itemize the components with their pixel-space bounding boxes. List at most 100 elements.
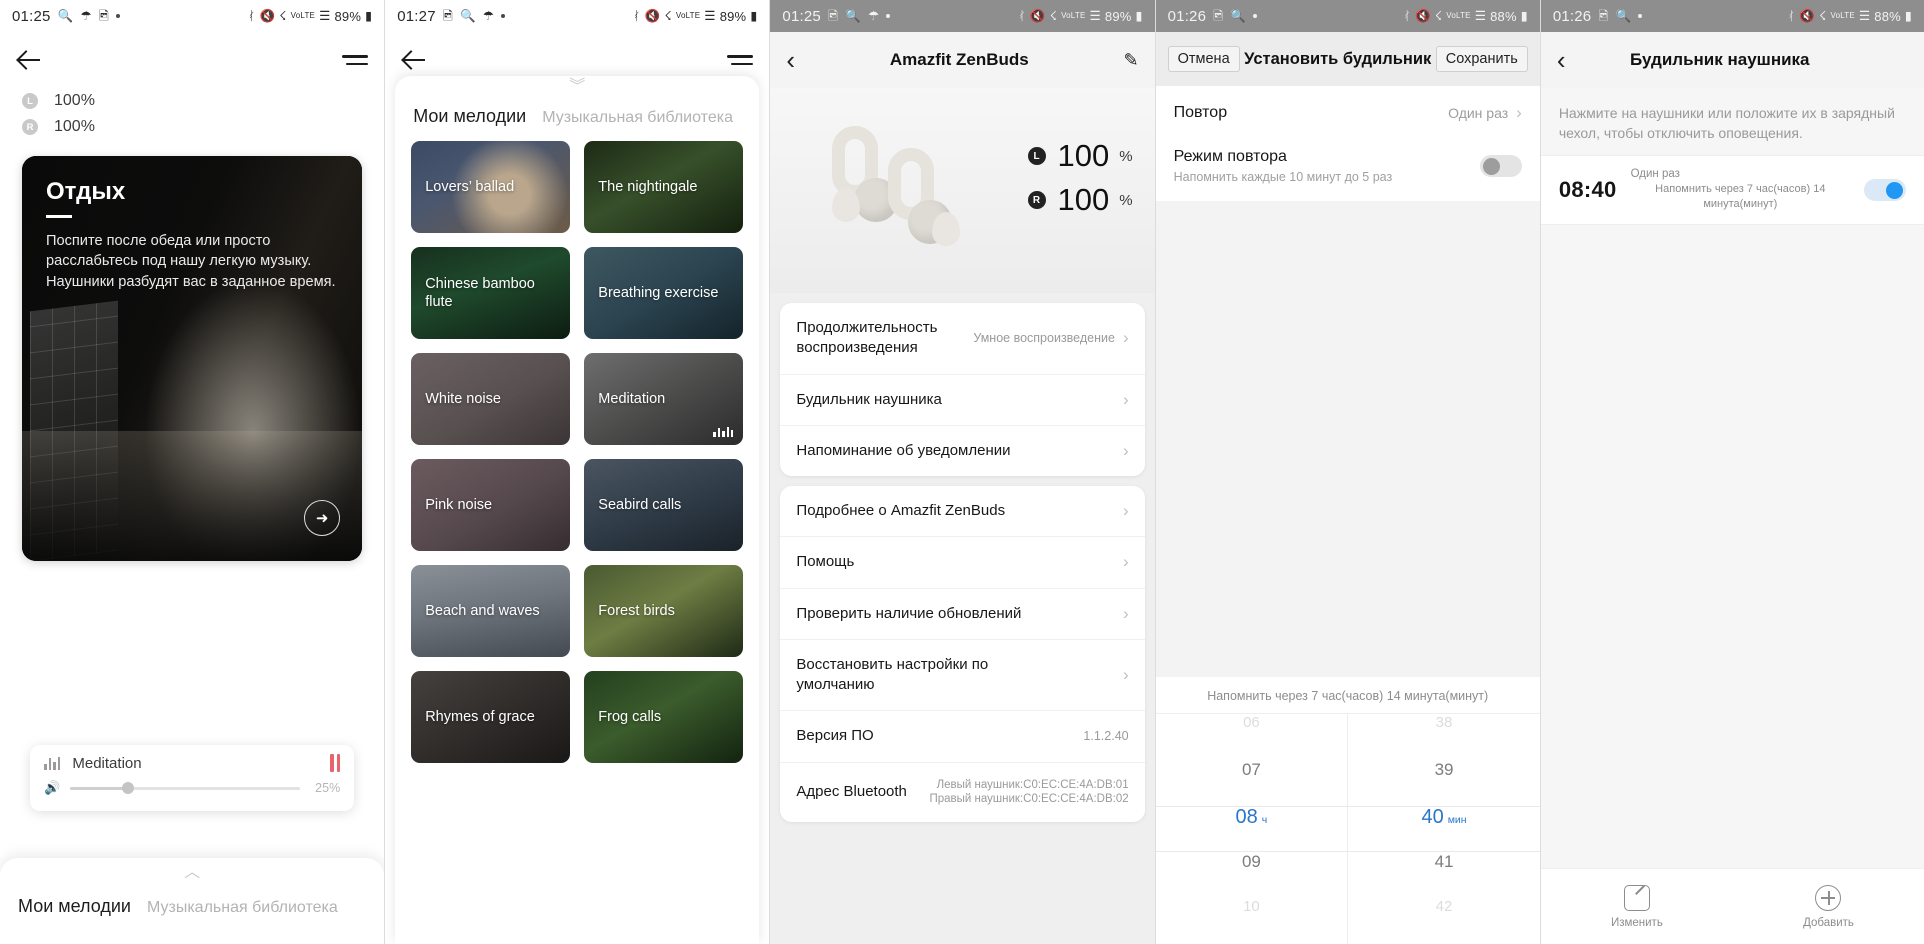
back-button[interactable]: ‹ <box>1557 47 1566 73</box>
melodies-bottom-sheet[interactable]: ︿ Мои мелодии Музыкальная библиотека <box>0 858 384 944</box>
time-picker[interactable]: 060708ч0910 383940мин4142 <box>1156 713 1540 944</box>
panel-melody-list: 01:27 🖻 🔍 ☂ ᚰ 🔇 ☇ VoLTE ☰ 89% ▮ ︾ <box>385 0 769 944</box>
wifi-icon: ☇ <box>279 10 286 23</box>
left-battery-row: L 100 % <box>1028 134 1133 178</box>
picker-item[interactable]: 40мин <box>1348 806 1540 852</box>
settings-row-label: Восстановить настройки по умолчанию <box>796 655 1046 696</box>
relax-card-text: Отдых Поспите после обеда или просто рас… <box>46 178 340 292</box>
status-bar-p5: 01:26 🖻 🔍 ᚰ 🔇 ☇ VoLTE ☰ 88% ▮ <box>1541 0 1924 32</box>
melody-tile[interactable]: Forest birds <box>584 565 743 657</box>
picker-columns: 060708ч0910 383940мин4142 <box>1156 714 1540 944</box>
picker-item[interactable]: 06 <box>1156 714 1348 760</box>
alarm-toggle[interactable] <box>1864 179 1906 201</box>
melody-tile[interactable]: Breathing exercise <box>584 247 743 339</box>
bottom-action-add[interactable]: Добавить <box>1803 885 1854 929</box>
cancel-button[interactable]: Отмена <box>1168 46 1240 72</box>
picker-item[interactable]: 39 <box>1348 760 1540 806</box>
edit-square-icon <box>1624 885 1650 911</box>
picker-item-value: 42 <box>1436 898 1453 915</box>
settings-row[interactable]: Восстановить настройки по умолчанию › <box>780 640 1144 712</box>
settings-row[interactable]: Напоминание об уведомлении› <box>780 426 1144 476</box>
settings-row-label: Помощь <box>796 552 854 572</box>
battery-percent: 89% <box>1105 9 1132 24</box>
tab-music-library[interactable]: Музыкальная библиотека <box>542 109 733 127</box>
status-bar-p4: 01:26 🖻 🔍 ᚰ 🔇 ☇ VoLTE ☰ 88% ▮ <box>1156 0 1540 32</box>
alarm-options: Повтор Один раз › Режим повтора Напомнит… <box>1156 86 1540 201</box>
sheet-handle-icon[interactable]: ︿ <box>0 868 384 878</box>
incognito-icon: ☂ <box>868 10 879 23</box>
melody-tile[interactable]: Frog calls <box>584 671 743 763</box>
volume-knob[interactable] <box>122 782 134 794</box>
picker-item[interactable]: 41 <box>1348 852 1540 898</box>
melody-tile-label: Seabird calls <box>598 496 733 514</box>
volume-slider[interactable] <box>70 787 300 790</box>
settings-row[interactable]: Продолжительность воспроизведенияУмное в… <box>780 303 1144 375</box>
bottom-action-edit[interactable]: Изменить <box>1611 885 1663 929</box>
settings-row[interactable]: Проверить наличие обновлений› <box>780 589 1144 640</box>
picker-item[interactable]: 38 <box>1348 714 1540 760</box>
battery-icon: ▮ <box>750 10 757 23</box>
melody-tile[interactable]: Lovers’ ballad <box>411 141 570 233</box>
back-button[interactable] <box>16 47 42 73</box>
play-arrow-icon[interactable]: ➜ <box>304 500 340 536</box>
snooze-toggle[interactable] <box>1480 155 1522 177</box>
picker-item[interactable]: 09 <box>1156 852 1348 898</box>
hours-column[interactable]: 060708ч0910 <box>1156 714 1348 944</box>
volte-icon: VoLTE <box>1830 12 1854 20</box>
melody-tile-label: The nightingale <box>598 178 733 196</box>
picker-item[interactable]: 10 <box>1156 898 1348 944</box>
relax-card-description: Поспите после обеда или просто расслабьт… <box>46 231 340 292</box>
bluetooth-icon: ᚰ <box>1018 10 1026 23</box>
melody-tile[interactable]: Seabird calls <box>584 459 743 551</box>
picker-unit-label: ч <box>1262 814 1267 826</box>
settings-row[interactable]: Будильник наушника› <box>780 375 1144 426</box>
tab-my-melodies[interactable]: Мои мелодии <box>413 106 526 127</box>
relax-card[interactable]: Отдых Поспите после обеда или просто рас… <box>22 156 362 561</box>
settings-row[interactable]: Подробнее о Amazfit ZenBuds › <box>780 486 1144 537</box>
battery-right-row: R 100% <box>0 114 384 140</box>
melody-tile[interactable]: Chinese bamboo flute <box>411 247 570 339</box>
minutes-column[interactable]: 383940мин4142 <box>1347 714 1540 944</box>
melody-tile-label: Chinese bamboo flute <box>425 275 560 311</box>
menu-button[interactable] <box>727 55 753 65</box>
melody-tile[interactable]: Meditation <box>584 353 743 445</box>
chevron-right-icon: › <box>1123 665 1129 685</box>
time-picker-panel: Напомнить через 7 час(часов) 14 минута(м… <box>1156 677 1540 944</box>
search-icon: 🔍 <box>1616 10 1632 23</box>
chevron-right-icon: › <box>1123 501 1129 521</box>
melody-tile[interactable]: Pink noise <box>411 459 570 551</box>
settings-row-right: Левый наушник:C0:EC:CE:4A:DB:01 Правый н… <box>930 778 1129 808</box>
settings-row[interactable]: Помощь› <box>780 537 1144 588</box>
back-button[interactable]: ‹ <box>786 47 795 73</box>
bottom-action-bar: Изменить Добавить <box>1541 868 1924 944</box>
edit-icon[interactable]: ✎ <box>1124 50 1139 71</box>
melody-tile[interactable]: Rhymes of grace <box>411 671 570 763</box>
battery-icon: ▮ <box>365 10 372 23</box>
picker-item[interactable]: 08ч <box>1156 806 1348 852</box>
mini-player: Meditation 🔊 25% <box>30 745 354 811</box>
search-icon: 🔍 <box>58 10 74 23</box>
app-bar-p1 <box>0 32 384 88</box>
settings-row-label: Будильник наушника <box>796 390 942 410</box>
incognito-icon: ☂ <box>483 10 494 23</box>
status-bar-p2: 01:27 🖻 🔍 ☂ ᚰ 🔇 ☇ VoLTE ☰ 89% ▮ <box>385 0 769 32</box>
melody-tile[interactable]: The nightingale <box>584 141 743 233</box>
menu-button[interactable] <box>342 55 368 65</box>
melody-tile[interactable]: Beach and waves <box>411 565 570 657</box>
app-bar-p3: ‹ Amazfit ZenBuds ✎ <box>770 32 1154 88</box>
picker-item[interactable]: 07 <box>1156 760 1348 806</box>
settings-row-label: Подробнее о Amazfit ZenBuds <box>796 501 1005 521</box>
sheet-tabs: Мои мелодии Музыкальная библиотека <box>0 896 384 917</box>
back-button[interactable] <box>401 47 427 73</box>
snooze-row[interactable]: Режим повтора Напомнить каждые 10 минут … <box>1156 140 1540 201</box>
picker-item[interactable]: 42 <box>1348 898 1540 944</box>
repeat-row[interactable]: Повтор Один раз › <box>1156 86 1540 140</box>
alarm-list-item[interactable]: 08:40 Один раз Напомнить через 7 час(час… <box>1541 155 1924 225</box>
tab-my-melodies[interactable]: Мои мелодии <box>18 896 131 917</box>
image-icon: 🖻 <box>828 10 838 23</box>
tab-music-library[interactable]: Музыкальная библиотека <box>147 899 338 917</box>
save-button[interactable]: Сохранить <box>1436 46 1528 72</box>
melody-tile[interactable]: White noise <box>411 353 570 445</box>
sheet-handle-icon[interactable]: ︾ <box>395 82 759 92</box>
pause-icon[interactable] <box>330 754 340 772</box>
